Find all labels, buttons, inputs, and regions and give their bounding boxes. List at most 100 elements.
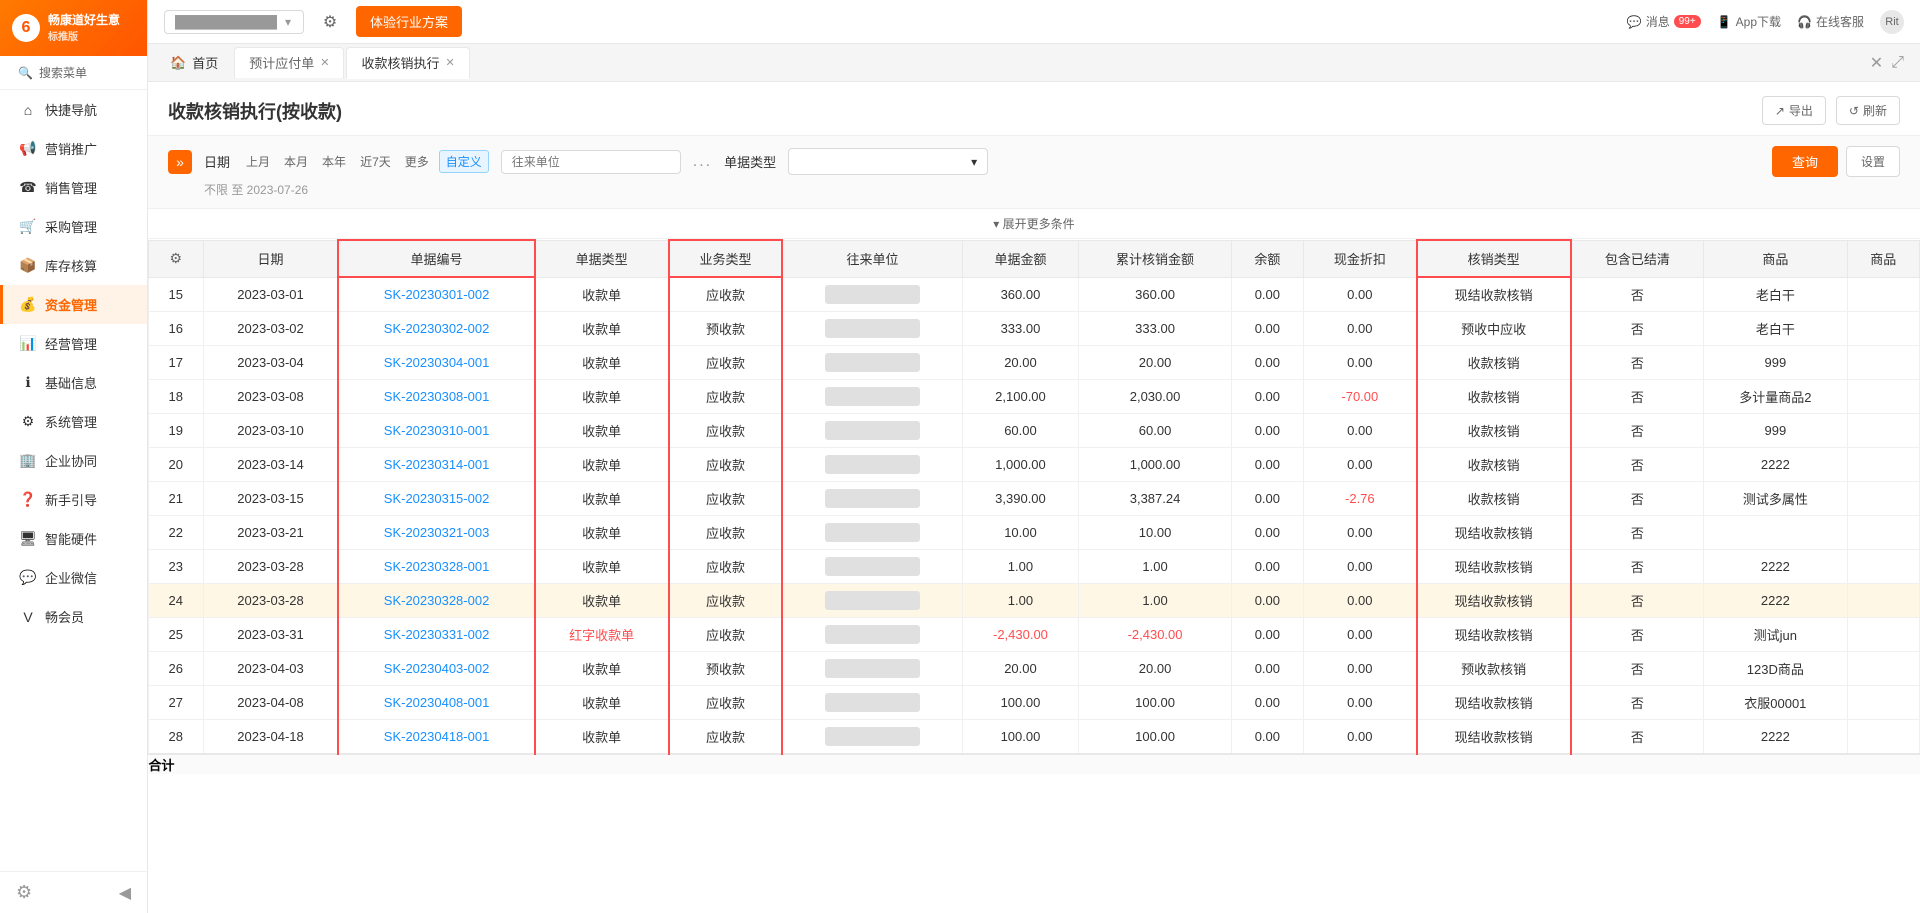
cell-no: 19 <box>149 414 204 448</box>
close-all-icon[interactable]: ✕ <box>1870 53 1883 73</box>
voucher-no-link[interactable]: SK-20230328-001 <box>384 559 490 574</box>
voucher-no-link[interactable]: SK-20230302-002 <box>384 321 490 336</box>
export-btn[interactable]: ↗ 导出 <box>1762 96 1826 125</box>
sidebar-icon-company: 🏢 <box>19 452 37 469</box>
cell-goods: 2222 <box>1704 584 1847 618</box>
home-icon: 🏠 <box>170 55 186 71</box>
user-btn[interactable]: Rit <box>1880 10 1904 34</box>
voucher-type-select[interactable]: ▾ <box>788 148 988 175</box>
cell-voucher-type: 收款单 <box>535 482 669 516</box>
cell-goods2 <box>1847 414 1919 448</box>
query-btn[interactable]: 查询 <box>1772 146 1838 177</box>
cell-writeoff-amount: 1.00 <box>1079 550 1231 584</box>
cell-biz-type: 预收款 <box>669 312 783 346</box>
online-service-btn[interactable]: 🎧 在线客服 <box>1797 13 1864 30</box>
topbar: ████████████ ▾ ⚙ 体验行业方案 💬 消息 99+ 📱 App下载… <box>148 0 1920 44</box>
tab-writeoff[interactable]: 收款核销执行 ✕ <box>346 47 469 79</box>
col-customer: 往来单位 <box>782 240 962 277</box>
sidebar-item-inventory[interactable]: 📦库存核算 <box>0 246 147 285</box>
sidebar-item-member[interactable]: V畅会员 <box>0 597 147 636</box>
collapse-icon[interactable]: ◀ <box>119 883 131 903</box>
customer-input[interactable] <box>501 150 681 174</box>
cell-no: 25 <box>149 618 204 652</box>
cell-voucher-no: SK-20230302-002 <box>338 312 534 346</box>
sidebar-item-system[interactable]: ⚙系统管理 <box>0 402 147 441</box>
message-btn[interactable]: 💬 消息 99+ <box>1627 13 1701 30</box>
sidebar-item-operations[interactable]: 📊经营管理 <box>0 324 147 363</box>
tab-home[interactable]: 🏠 首页 <box>156 47 232 79</box>
date-btn-more[interactable]: 更多 <box>401 151 433 172</box>
cell-cash-discount: 0.00 <box>1304 584 1417 618</box>
expand-tabs-icon[interactable]: ⤢ <box>1891 54 1904 72</box>
cell-voucher-no: SK-20230314-001 <box>338 448 534 482</box>
cell-voucher-type: 收款单 <box>535 686 669 720</box>
tab1-close-icon[interactable]: ✕ <box>320 56 329 69</box>
tab1-label: 预计应付单 <box>249 53 314 72</box>
expand-icon: ▾ <box>993 217 999 231</box>
date-btn-custom[interactable]: 自定义 <box>439 150 489 173</box>
solution-btn[interactable]: 体验行业方案 <box>356 6 462 37</box>
filter-toggle-btn[interactable]: » <box>168 150 192 174</box>
cell-cash-discount: 0.00 <box>1304 652 1417 686</box>
date-btn-7days[interactable]: 近7天 <box>356 151 395 172</box>
sidebar-item-hardware[interactable]: 🖥智能硬件 <box>0 519 147 558</box>
cell-no: 23 <box>149 550 204 584</box>
sidebar-item-company[interactable]: 🏢 企业协同 <box>0 441 147 480</box>
voucher-no-link[interactable]: SK-20230315-002 <box>384 491 490 506</box>
table-row: 16 2023-03-02 SK-20230302-002 收款单 预收款 ██… <box>149 312 1920 346</box>
gear-icon[interactable]: ⚙ <box>316 8 344 36</box>
expand-bar[interactable]: ▾ 展开更多条件 <box>148 209 1920 239</box>
cell-voucher-type: 红字收款单 <box>535 618 669 652</box>
col-goods2: 商品 <box>1847 240 1919 277</box>
voucher-no-link[interactable]: SK-20230331-002 <box>384 627 490 642</box>
cell-date: 2023-03-02 <box>203 312 338 346</box>
col-settings[interactable]: ⚙ <box>149 240 204 277</box>
date-quick-btns: 上月 本月 本年 近7天 更多 自定义 <box>242 150 489 173</box>
cell-customer: ██████ <box>782 277 962 312</box>
date-btn-this-year[interactable]: 本年 <box>318 151 350 172</box>
voucher-no-link[interactable]: SK-20230328-002 <box>384 593 490 608</box>
company-select[interactable]: ████████████ ▾ <box>164 10 304 34</box>
search-label: 搜索菜单 <box>39 64 87 81</box>
cell-writeoff-amount: 2,030.00 <box>1079 380 1231 414</box>
voucher-no-link[interactable]: SK-20230418-001 <box>384 729 490 744</box>
cell-amount: 100.00 <box>962 686 1079 720</box>
cell-goods2 <box>1847 584 1919 618</box>
voucher-no-link[interactable]: SK-20230314-001 <box>384 457 490 472</box>
sidebar-item-purchase[interactable]: 🛒采购管理 <box>0 207 147 246</box>
sidebar-item-basic[interactable]: ℹ基础信息 <box>0 363 147 402</box>
cell-goods2 <box>1847 720 1919 755</box>
voucher-no-link[interactable]: SK-20230301-002 <box>384 287 490 302</box>
date-btn-this-month[interactable]: 本月 <box>280 151 312 172</box>
voucher-no-link[interactable]: SK-20230308-001 <box>384 389 490 404</box>
cell-cash-discount: 0.00 <box>1304 618 1417 652</box>
sidebar-item-quick-nav[interactable]: ⌂快捷导航 <box>0 90 147 129</box>
sidebar-item-sales[interactable]: ☎销售管理 <box>0 168 147 207</box>
voucher-no-link[interactable]: SK-20230403-002 <box>384 661 490 676</box>
voucher-no-link[interactable]: SK-20230310-001 <box>384 423 490 438</box>
date-btn-last-month[interactable]: 上月 <box>242 151 274 172</box>
tab-prepay[interactable]: 预计应付单 ✕ <box>234 47 344 79</box>
search-menu[interactable]: 🔍 搜索菜单 <box>0 56 147 90</box>
sidebar-item-finance[interactable]: 💰资金管理 <box>0 285 147 324</box>
voucher-no-link[interactable]: SK-20230304-001 <box>384 355 490 370</box>
table-row: 28 2023-04-18 SK-20230418-001 收款单 应收款 ██… <box>149 720 1920 755</box>
cell-goods2 <box>1847 652 1919 686</box>
settings-gear-icon[interactable]: ⚙ <box>16 882 32 903</box>
voucher-no-link[interactable]: SK-20230321-003 <box>384 525 490 540</box>
refresh-btn[interactable]: ↺ 刷新 <box>1836 96 1900 125</box>
sidebar-item-guide[interactable]: ❓新手引导 <box>0 480 147 519</box>
app-download-btn[interactable]: 📱 App下载 <box>1717 13 1781 30</box>
sidebar-label-company: 企业协同 <box>45 451 97 470</box>
setting-btn[interactable]: 设置 <box>1846 146 1900 177</box>
search-icon: 🔍 <box>18 66 33 80</box>
sidebar-item-marketing[interactable]: 📢营销推广 <box>0 129 147 168</box>
cell-goods2 <box>1847 312 1919 346</box>
sidebar-item-wechat[interactable]: 💬企业微信 <box>0 558 147 597</box>
col-cash-discount: 现金折扣 <box>1304 240 1417 277</box>
cell-goods: 2222 <box>1704 550 1847 584</box>
voucher-no-link[interactable]: SK-20230408-001 <box>384 695 490 710</box>
tab2-close-icon[interactable]: ✕ <box>445 56 454 69</box>
export-icon: ↗ <box>1775 104 1785 118</box>
cell-date: 2023-03-04 <box>203 346 338 380</box>
